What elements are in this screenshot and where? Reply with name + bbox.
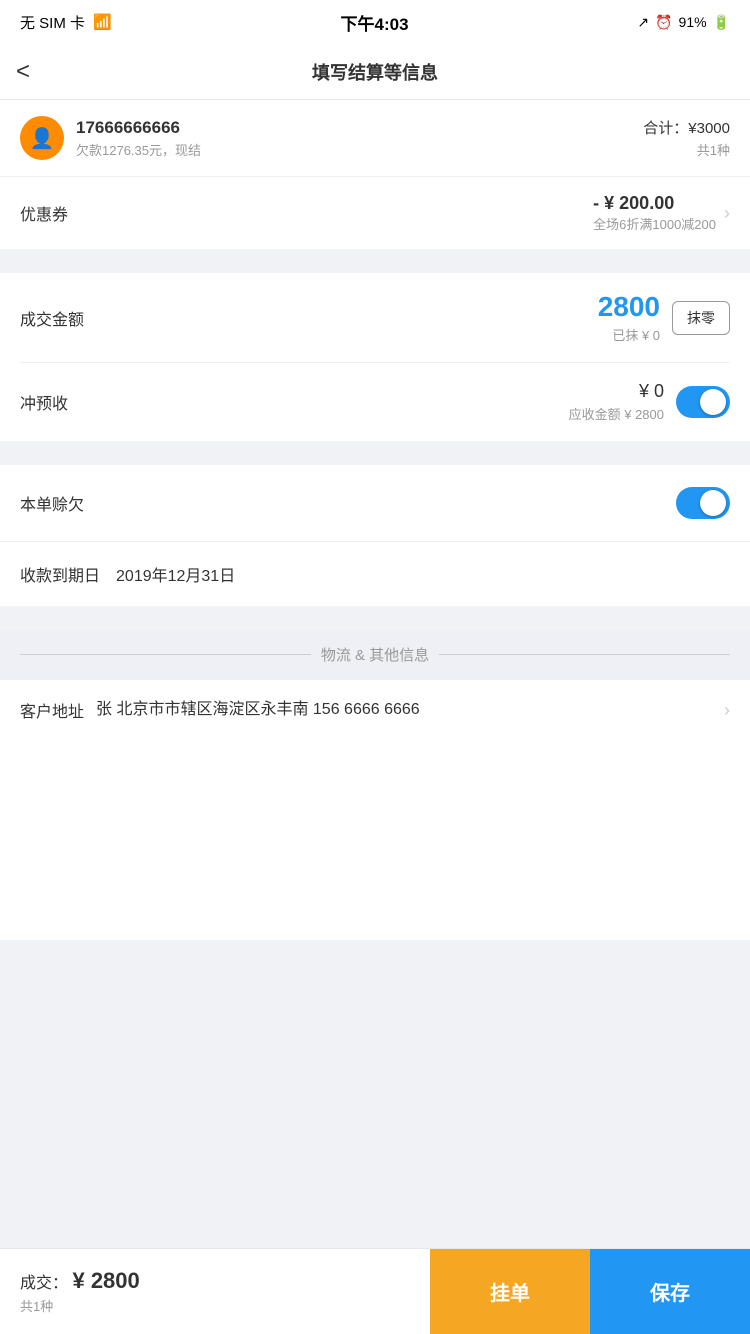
bottom-deal-label: 成交： bbox=[20, 1275, 68, 1292]
battery-level: 91% bbox=[679, 14, 707, 30]
debt-toggle[interactable] bbox=[676, 487, 730, 519]
deal-amount-value: 2800 bbox=[598, 291, 660, 323]
due-date-value: 2019年12月31日 bbox=[116, 562, 235, 586]
amount-section: 成交金额 2800 已抹 ¥ 0 抹零 冲预收 ¥ 0 应收金额 ¥ 2800 bbox=[0, 273, 750, 441]
status-time: 下午4:03 bbox=[341, 10, 409, 35]
status-bar: 无 SIM 卡 📶 下午4:03 ↗ ⏰ 91% 🔋 bbox=[0, 0, 750, 44]
sim-status: 无 SIM 卡 bbox=[20, 12, 85, 33]
address-chevron-icon: › bbox=[724, 700, 730, 721]
deal-amount-row: 成交金额 2800 已抹 ¥ 0 抹零 bbox=[20, 273, 730, 363]
customer-details: 17666666666 欠款1276.35元，现结 bbox=[76, 118, 201, 159]
toggle-knob bbox=[700, 389, 726, 415]
pre-collect-toggle[interactable] bbox=[676, 386, 730, 418]
logistics-line-left bbox=[20, 654, 311, 655]
coupon-row[interactable]: 优惠券 - ¥ 200.00 全场6折满1000减200 › bbox=[0, 176, 750, 249]
status-left: 无 SIM 卡 📶 bbox=[20, 12, 112, 33]
customer-phone: 17666666666 bbox=[76, 118, 201, 138]
bottom-deal-line: 成交： ¥ 2800 bbox=[20, 1268, 410, 1294]
logistics-title: 物流 & 其他信息 bbox=[321, 644, 429, 665]
back-button[interactable]: < bbox=[16, 58, 30, 86]
coupon-discount: - ¥ 200.00 bbox=[593, 193, 716, 214]
pending-button[interactable]: 挂单 bbox=[430, 1249, 590, 1334]
debt-toggle-knob bbox=[700, 490, 726, 516]
logistics-header: 物流 & 其他信息 bbox=[0, 630, 750, 679]
deal-amount-sub: 已抹 ¥ 0 bbox=[598, 325, 660, 344]
coupon-right: - ¥ 200.00 全场6折满1000减200 › bbox=[593, 193, 730, 233]
deal-amount-info: 2800 已抹 ¥ 0 bbox=[598, 291, 660, 344]
coupon-detail: 全场6折满1000减200 bbox=[593, 214, 716, 233]
empty-space bbox=[0, 740, 750, 940]
pre-collect-info: ¥ 0 应收金额 ¥ 2800 bbox=[569, 381, 664, 423]
pre-collect-row: 冲预收 ¥ 0 应收金额 ¥ 2800 bbox=[20, 363, 730, 441]
bottom-bar: 成交： ¥ 2800 共1种 挂单 保存 bbox=[0, 1248, 750, 1334]
debt-label: 本单赊欠 bbox=[20, 491, 84, 515]
customer-sub: 欠款1276.35元，现结 bbox=[76, 140, 201, 159]
alarm-icon: ⏰ bbox=[655, 14, 672, 31]
separator-1 bbox=[0, 261, 750, 273]
debt-row: 本单赊欠 bbox=[0, 465, 750, 541]
status-right: ↗ ⏰ 91% 🔋 bbox=[637, 14, 730, 31]
main-content: 👤 17666666666 欠款1276.35元，现结 合计：¥3000 共1种… bbox=[0, 100, 750, 1030]
pre-collect-label: 冲预收 bbox=[20, 390, 68, 414]
address-value: 张 北京市市辖区海淀区永丰南 156 6666 6666 bbox=[96, 698, 712, 722]
coupon-info: - ¥ 200.00 全场6折满1000减200 bbox=[593, 193, 716, 233]
bottom-summary: 成交： ¥ 2800 共1种 bbox=[0, 1268, 430, 1315]
round-off-button[interactable]: 抹零 bbox=[672, 301, 730, 335]
avatar: 👤 bbox=[20, 116, 64, 160]
deal-amount-label: 成交金额 bbox=[20, 306, 84, 330]
coupon-label: 优惠券 bbox=[20, 201, 68, 225]
due-date-row: 收款到期日 2019年12月31日 bbox=[0, 541, 750, 606]
address-row[interactable]: 客户地址 张 北京市市辖区海淀区永丰南 156 6666 6666 › bbox=[0, 680, 750, 740]
wifi-icon: 📶 bbox=[93, 13, 112, 31]
customer-card: 👤 17666666666 欠款1276.35元，现结 合计：¥3000 共1种… bbox=[0, 100, 750, 249]
battery-icon: 🔋 bbox=[713, 14, 730, 31]
total-count: 共1种 bbox=[643, 140, 730, 159]
bottom-deal-price: ¥ 2800 bbox=[72, 1268, 139, 1293]
address-label: 客户地址 bbox=[20, 698, 84, 722]
logistics-line-right bbox=[439, 654, 730, 655]
bottom-count: 共1种 bbox=[20, 1296, 410, 1315]
customer-info: 👤 17666666666 欠款1276.35元，现结 bbox=[20, 116, 201, 160]
total-amount: 合计：¥3000 bbox=[643, 117, 730, 138]
deal-amount-right: 2800 已抹 ¥ 0 抹零 bbox=[598, 291, 730, 344]
pre-collect-sub: 应收金额 ¥ 2800 bbox=[569, 404, 664, 423]
pre-collect-value: ¥ 0 bbox=[569, 381, 664, 402]
customer-total: 合计：¥3000 共1种 bbox=[643, 117, 730, 159]
due-date-label: 收款到期日 bbox=[20, 562, 100, 586]
customer-row: 👤 17666666666 欠款1276.35元，现结 合计：¥3000 共1种 bbox=[0, 100, 750, 176]
location-icon: ↗ bbox=[637, 14, 649, 31]
pre-collect-right: ¥ 0 应收金额 ¥ 2800 bbox=[569, 381, 730, 423]
nav-bar: < 填写结算等信息 bbox=[0, 44, 750, 100]
save-button[interactable]: 保存 bbox=[590, 1249, 750, 1334]
separator-2 bbox=[0, 441, 750, 453]
page-title: 填写结算等信息 bbox=[312, 59, 438, 85]
separator-3 bbox=[0, 606, 750, 618]
coupon-chevron-icon: › bbox=[724, 203, 730, 224]
